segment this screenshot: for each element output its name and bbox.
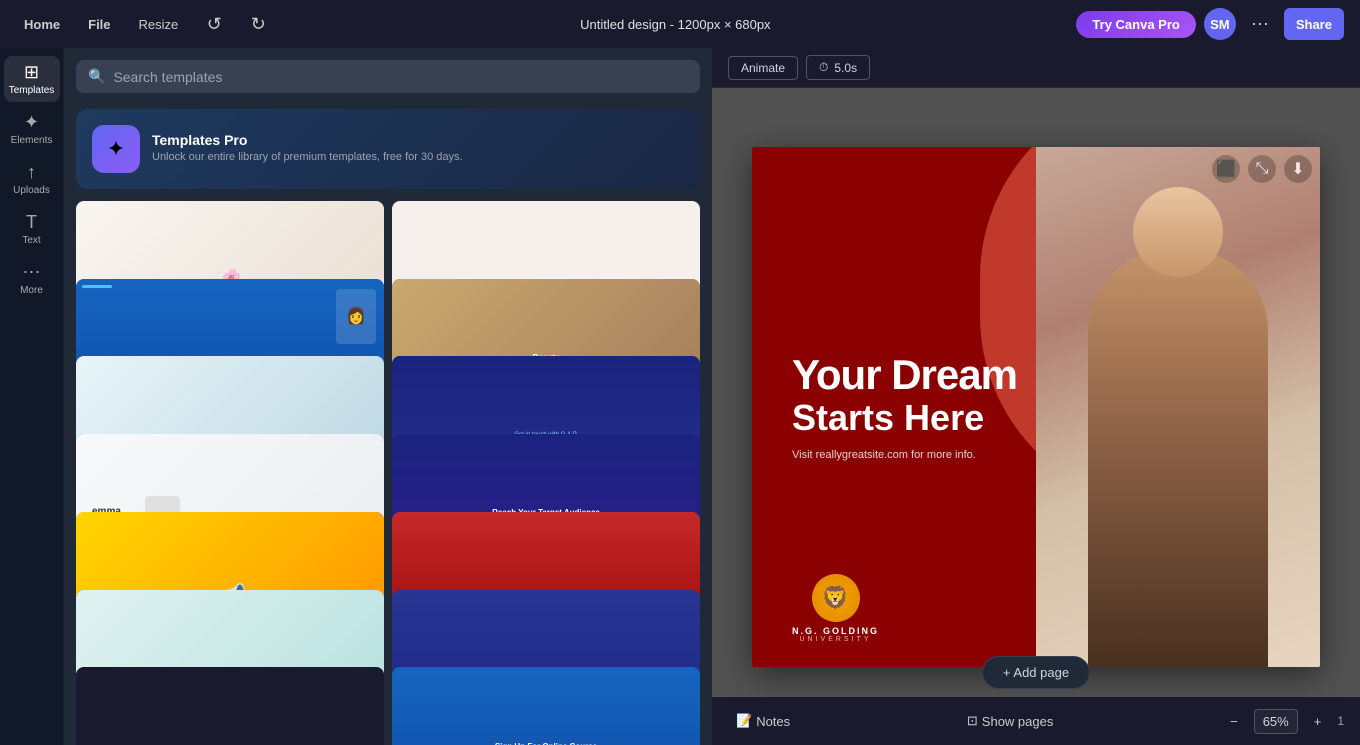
canvas-top-bar: Animate ⏱ 5.0s: [712, 48, 1360, 88]
home-button[interactable]: Home: [16, 8, 68, 40]
frame-download-icon[interactable]: ⬇: [1284, 155, 1312, 183]
notes-icon: 📝: [736, 713, 752, 729]
time-button[interactable]: ⏱ 5.0s: [806, 55, 870, 80]
more-icon: ⋯: [23, 262, 41, 283]
pages-icon: ⊡: [967, 713, 978, 729]
pro-card-text: Templates Pro Unlock our entire library …: [152, 132, 684, 165]
logo-subtitle: UNIVERSITY: [799, 636, 871, 643]
topbar-right: Try Canva Pro SM ⋯ Share: [1076, 8, 1344, 40]
logo-name: N.G. GOLDING: [792, 626, 879, 636]
try-pro-button[interactable]: Try Canva Pro: [1076, 11, 1195, 38]
file-button[interactable]: File: [80, 8, 118, 40]
sidebar-item-more[interactable]: ⋯ More: [4, 256, 60, 302]
design-subtitle: Visit reallygreatsite.com for more info.: [792, 449, 1017, 461]
sidebar-item-templates-label: Templates: [9, 85, 55, 96]
photo-area: [1036, 147, 1320, 667]
zoom-level[interactable]: 65%: [1254, 709, 1298, 734]
share-button[interactable]: Share: [1284, 8, 1344, 40]
template-dark[interactable]: Dark Template: [76, 667, 384, 745]
sidebar-item-text[interactable]: T Text: [4, 206, 60, 252]
bottom-bar: 📝 Notes ⊡ Show pages − 65% + 1: [712, 697, 1360, 745]
search-area: 🔍: [64, 48, 712, 101]
main-layout: ⊞ Templates ✦ Elements ↑ Uploads T Text …: [0, 48, 1360, 745]
more-options-button[interactable]: ⋯: [1244, 8, 1276, 40]
design-frame[interactable]: Your Dream Starts Here Visit reallygreat…: [752, 147, 1320, 667]
notes-button[interactable]: 📝 Notes: [728, 709, 798, 733]
zoom-out-button[interactable]: −: [1222, 710, 1246, 733]
show-pages-button[interactable]: ⊡ Show pages: [959, 709, 1061, 733]
template-dark-inner: Dark Template: [76, 667, 384, 745]
design-title-line1: Your Dream: [792, 352, 1017, 398]
canvas-area: Animate ⏱ 5.0s: [712, 48, 1360, 745]
sidebar-item-uploads-label: Uploads: [13, 185, 50, 196]
pro-card-subtitle: Unlock our entire library of premium tem…: [152, 150, 684, 165]
template-online-inner: Sign Up For Online Course 🖥️: [392, 667, 700, 745]
search-input[interactable]: [113, 69, 688, 85]
text-icon: T: [26, 212, 37, 233]
design-title: Untitled design - 1200px × 680px: [580, 17, 770, 32]
template-online[interactable]: Sign Up For Online Course 🖥️ PRO: [392, 667, 700, 745]
undo-button[interactable]: ↺: [198, 8, 230, 40]
frame-icon-2[interactable]: ⤡: [1248, 155, 1276, 183]
bottom-center: ⊡ Show pages: [959, 709, 1061, 733]
animate-button[interactable]: Animate: [728, 56, 798, 80]
templates-icon: ⊞: [24, 62, 39, 83]
templates-panel: 🔍 ✦ Templates Pro Unlock our entire libr…: [64, 48, 712, 745]
avatar[interactable]: SM: [1204, 8, 1236, 40]
sidebar-item-elements[interactable]: ✦ Elements: [4, 106, 60, 152]
design-title-line2: Starts Here: [792, 398, 1017, 438]
sidebar-item-elements-label: Elements: [11, 135, 53, 146]
frame-icon-1[interactable]: ⬛: [1212, 155, 1240, 183]
pro-unlock-card[interactable]: ✦ Templates Pro Unlock our entire librar…: [76, 109, 700, 189]
canva-logo-icon: ✦: [107, 136, 125, 162]
page-indicator: 1: [1337, 714, 1344, 728]
zoom-in-button[interactable]: +: [1306, 710, 1330, 733]
elements-icon: ✦: [24, 112, 39, 133]
resize-button[interactable]: Resize: [131, 8, 187, 40]
search-box: 🔍: [76, 60, 700, 93]
redo-button[interactable]: ↻: [242, 8, 274, 40]
uploads-icon: ↑: [27, 162, 36, 183]
sidebar-item-uploads[interactable]: ↑ Uploads: [4, 156, 60, 202]
pro-card-title: Templates Pro: [152, 132, 684, 148]
bottom-right: − 65% + 1: [1222, 709, 1344, 734]
sidebar-item-more-label: More: [20, 285, 43, 296]
frame-text: Your Dream Starts Here Visit reallygreat…: [792, 352, 1017, 462]
topbar-left: Home File Resize ↺ ↻: [16, 8, 274, 40]
search-icon: 🔍: [88, 68, 105, 85]
canvas-content: Your Dream Starts Here Visit reallygreat…: [712, 88, 1360, 745]
templates-grid: ✦ Templates Pro Unlock our entire librar…: [64, 101, 712, 745]
bottom-left: 📝 Notes: [728, 709, 798, 733]
clock-icon: ⏱: [819, 60, 828, 75]
sidebar-item-templates[interactable]: ⊞ Templates: [4, 56, 60, 102]
pro-card-icon: ✦: [92, 125, 140, 173]
sidebar: ⊞ Templates ✦ Elements ↑ Uploads T Text …: [0, 48, 64, 745]
logo-area: 🦁 N.G. GOLDING UNIVERSITY: [792, 572, 879, 643]
sidebar-item-text-label: Text: [22, 235, 40, 246]
topbar: Home File Resize ↺ ↻ Untitled design - 1…: [0, 0, 1360, 48]
add-page-button[interactable]: + Add page: [982, 656, 1090, 689]
